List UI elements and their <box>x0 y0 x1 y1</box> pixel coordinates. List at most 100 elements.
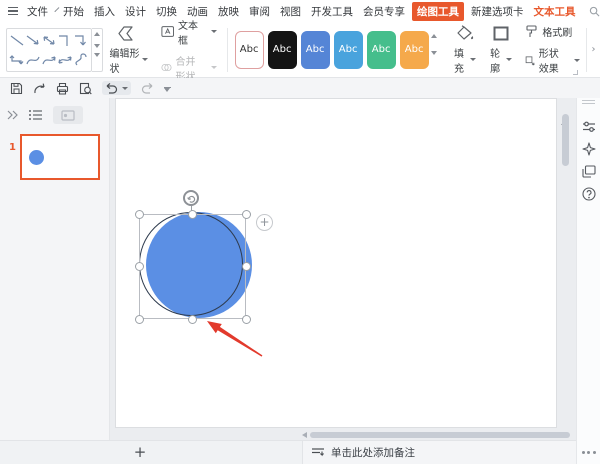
help-icon[interactable] <box>582 187 596 201</box>
shape-style-preset-3[interactable]: Abc <box>301 31 330 69</box>
shape-arrow[interactable] <box>25 31 41 50</box>
group-dialog-launcher-icon[interactable] <box>573 70 578 75</box>
tab-review[interactable]: 审阅 <box>246 3 273 20</box>
undo-caret-icon[interactable] <box>122 87 128 90</box>
output-icon <box>33 82 46 95</box>
shape-elbow-arrow[interactable] <box>73 31 89 50</box>
save-button[interactable] <box>10 82 23 95</box>
tab-text-tools[interactable]: 文本工具 <box>531 3 579 20</box>
text-box-button[interactable]: 文本框 <box>161 17 217 47</box>
edit-shape-label: 编辑形状 <box>110 45 140 75</box>
output-button[interactable] <box>33 82 46 95</box>
tab-developer[interactable]: 开发工具 <box>308 3 356 20</box>
customize-quickbar-icon[interactable] <box>164 84 170 92</box>
sidebar-drag-handle[interactable] <box>582 100 595 104</box>
right-sidebar <box>576 98 600 464</box>
outline-label: 轮廓 <box>490 45 504 75</box>
gallery-scroll-up-icon[interactable] <box>94 32 100 36</box>
merge-shape-icon <box>161 61 172 74</box>
resize-handle-e[interactable] <box>242 262 251 271</box>
outline-button[interactable]: 轮廓 <box>483 25 519 75</box>
edit-shape-group[interactable]: 编辑形状 <box>103 25 155 75</box>
shape-style-preset-4[interactable]: Abc <box>334 31 363 69</box>
undo-group <box>102 81 131 95</box>
ribbon-expand-button[interactable]: › <box>586 28 600 72</box>
edit-shape-caret-icon <box>142 58 148 61</box>
resize-handle-w[interactable] <box>135 262 144 271</box>
shape-elbow-double-arrow[interactable] <box>9 50 25 69</box>
quick-add-button[interactable]: + <box>256 214 273 231</box>
horizontal-scrollbar-track <box>302 431 570 438</box>
tab-home[interactable]: 开始 <box>60 3 87 20</box>
resize-handle-sw[interactable] <box>135 315 144 324</box>
slide-thumbnail[interactable] <box>20 134 100 180</box>
thumbnail-view-button[interactable] <box>53 106 83 124</box>
sidebar-more-icon[interactable] <box>582 451 596 454</box>
canvas-area: + <box>110 98 576 440</box>
style-more-icon[interactable] <box>431 55 437 66</box>
shape-style-preset-5[interactable]: Abc <box>367 31 396 69</box>
style-scroll-up-icon[interactable] <box>431 34 437 38</box>
rotation-handle[interactable] <box>183 190 199 206</box>
tab-new-tab[interactable]: 新建选项卡 <box>468 3 527 20</box>
rotate-icon <box>187 194 196 203</box>
tab-view[interactable]: 视图 <box>277 3 304 20</box>
notes-bar[interactable]: 单击此处添加备注 <box>302 440 576 464</box>
shape-curved-arrow[interactable] <box>41 50 57 69</box>
gallery-scroll-down-icon[interactable] <box>94 44 100 48</box>
vertical-scrollbar[interactable] <box>562 114 569 166</box>
hamburger-menu-icon[interactable] <box>8 7 18 15</box>
expand-panel-icon[interactable] <box>7 110 18 120</box>
shape-gallery-scroll <box>92 28 103 72</box>
selection-bounding-box <box>139 214 246 319</box>
shape-gallery <box>6 28 92 72</box>
fill-button[interactable]: 填充 <box>447 25 483 75</box>
wps-presentation-window: 文件 开始 插入 设计 切换 动画 放映 审阅 视图 开发工具 会员专享 绘图工… <box>0 0 600 464</box>
horizontal-scrollbar[interactable] <box>310 432 570 438</box>
tab-drawing-tools-active[interactable]: 绘图工具 <box>412 2 464 21</box>
tab-design[interactable]: 设计 <box>122 3 149 20</box>
print-preview-button[interactable] <box>79 82 92 95</box>
format-painter-button[interactable]: 格式刷 <box>525 24 580 39</box>
undo-icon[interactable] <box>105 82 118 94</box>
tab-insert[interactable]: 插入 <box>91 3 118 20</box>
slide-layout-icon[interactable] <box>582 165 596 178</box>
shape-elbow-connector[interactable] <box>57 31 73 50</box>
shape-freeform[interactable] <box>73 50 89 69</box>
print-button[interactable] <box>56 82 69 95</box>
redo-button[interactable] <box>141 82 154 94</box>
slide-canvas[interactable]: + <box>115 98 557 428</box>
edit-shape-icon <box>118 25 140 42</box>
smart-beautify-icon[interactable] <box>582 142 596 156</box>
hscroll-left-icon[interactable] <box>302 432 307 438</box>
shape-curve[interactable] <box>25 50 41 69</box>
resize-handle-s[interactable] <box>188 315 197 324</box>
outline-view-icon[interactable] <box>28 109 43 121</box>
effects-group: 格式刷 形状效果 <box>519 24 586 75</box>
search-icon <box>589 6 600 17</box>
menu-file[interactable]: 文件 <box>24 3 51 20</box>
shape-line[interactable] <box>9 31 25 50</box>
add-slide-button[interactable]: + <box>130 443 150 461</box>
thumbnail-view-icon <box>61 110 75 121</box>
resize-handle-nw[interactable] <box>135 210 144 219</box>
save-icon <box>10 82 23 95</box>
shape-style-preset-1[interactable]: Abc <box>235 31 264 69</box>
shape-style-preset-2[interactable]: Abc <box>268 31 297 69</box>
drawing-tools-ribbon: 编辑形状 文本框 合并形状 Abc Abc Abc <box>0 22 600 78</box>
gallery-more-icon[interactable] <box>94 57 100 68</box>
shape-effects-button[interactable]: 形状效果 <box>525 45 580 75</box>
tab-member[interactable]: 会员专享 <box>360 3 408 20</box>
textbox-merge-group: 文本框 合并形状 <box>155 17 223 83</box>
resize-handle-ne[interactable] <box>242 210 251 219</box>
shape-curved-double-arrow[interactable] <box>57 50 73 69</box>
properties-tune-icon[interactable] <box>582 120 596 133</box>
search-control[interactable]: 查找 <box>589 4 600 19</box>
shape-double-arrow[interactable] <box>41 31 57 50</box>
redo-icon <box>141 82 154 94</box>
resize-handle-n[interactable] <box>188 210 197 219</box>
slide-panel-footer: + <box>0 440 302 464</box>
shape-style-preset-6[interactable]: Abc <box>400 31 429 69</box>
quick-access-bar <box>0 78 600 98</box>
file-dropdown-icon[interactable] <box>54 7 59 12</box>
